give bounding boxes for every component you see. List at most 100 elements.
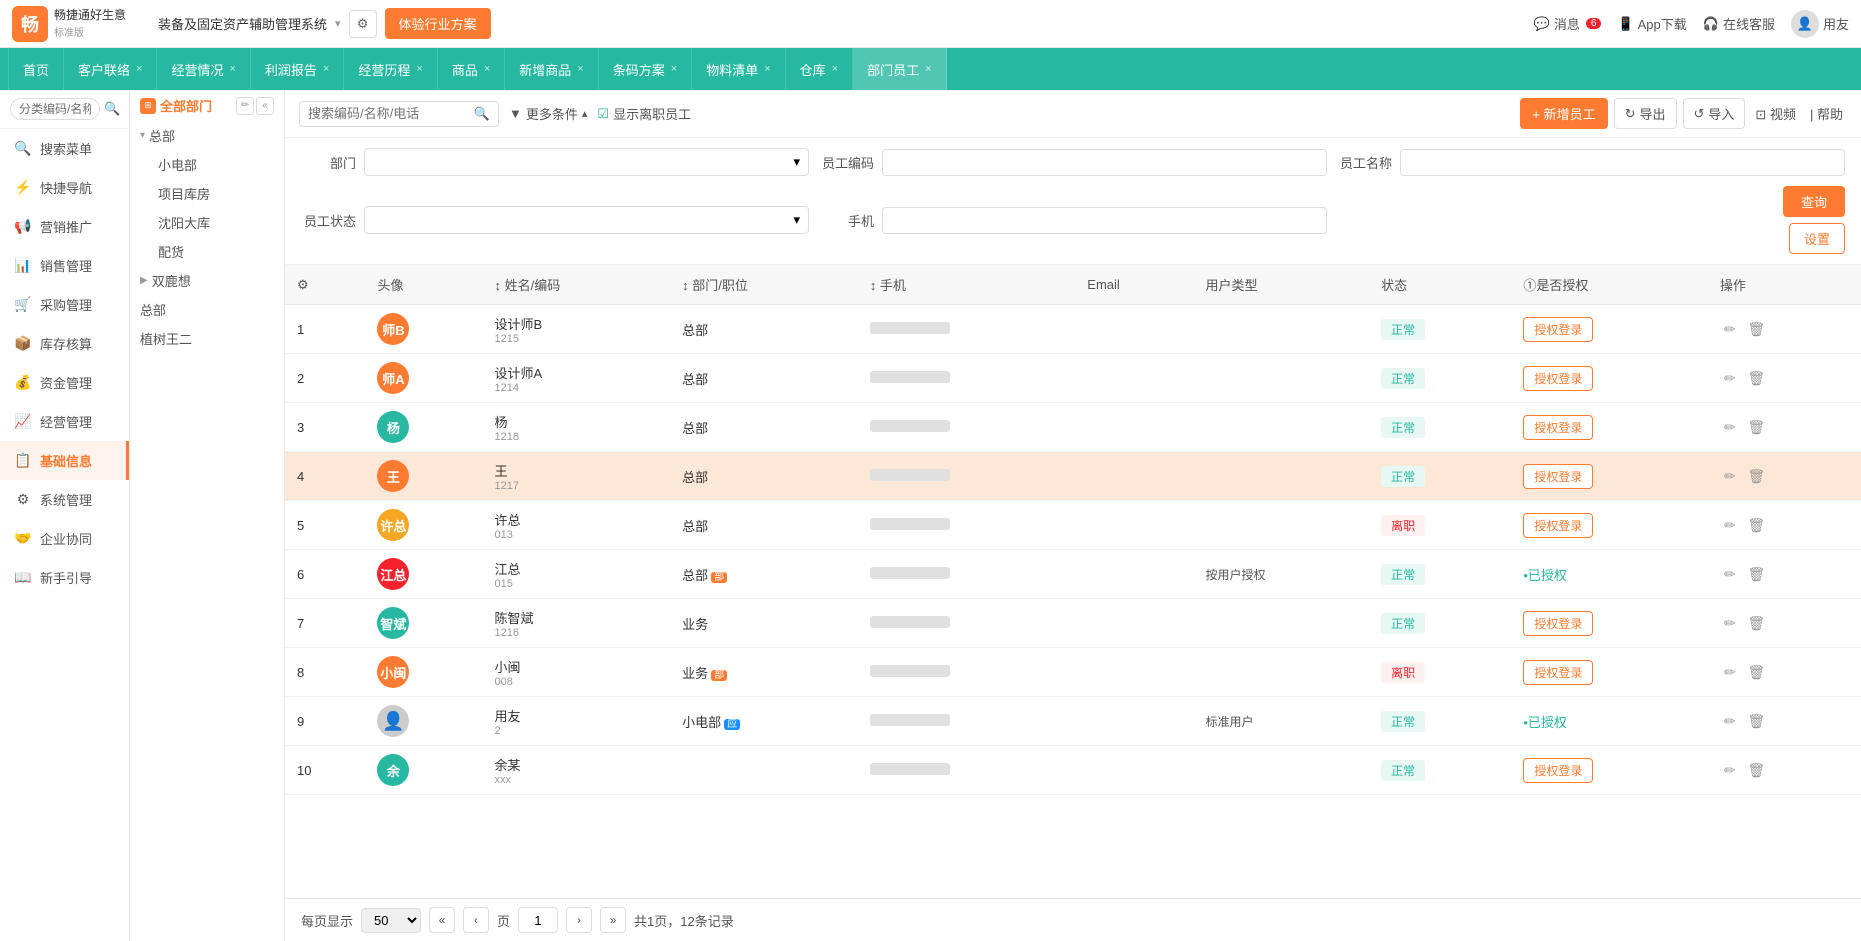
dept-collapse-btn[interactable]: « bbox=[256, 97, 274, 115]
sidebar-item-finance[interactable]: 💰 资金管理 bbox=[0, 363, 129, 402]
reset-button[interactable]: 设置 bbox=[1789, 223, 1845, 254]
sidebar-item-sales[interactable]: 📊 销售管理 bbox=[0, 246, 129, 285]
col-phone[interactable]: ↕ 手机 bbox=[858, 265, 1075, 305]
sidebar-item-search[interactable]: 🔍 搜索菜单 bbox=[0, 129, 129, 168]
auth-login-btn[interactable]: 授权登录 bbox=[1523, 513, 1593, 538]
edit-button[interactable]: ✏ bbox=[1720, 319, 1740, 340]
dept-node-xiangmu[interactable]: 项目库房 bbox=[130, 179, 284, 208]
delete-button[interactable]: 🗑 bbox=[1743, 613, 1769, 634]
dept-node-shenyang[interactable]: 沈阳大库 bbox=[130, 208, 284, 237]
delete-button[interactable]: 🗑 bbox=[1743, 417, 1769, 438]
message-button[interactable]: 💬 消息 6 bbox=[1534, 14, 1602, 33]
nav-tab-home[interactable]: 首页 bbox=[8, 48, 64, 90]
dept-node-zongbu-root[interactable]: ▾ 总部 bbox=[130, 121, 284, 150]
nav-tab-operations[interactable]: 经营情况 × bbox=[157, 48, 250, 90]
auth-login-btn[interactable]: 授权登录 bbox=[1523, 611, 1593, 636]
sidebar-item-guide[interactable]: 📖 新手引导 bbox=[0, 558, 129, 597]
settings-button[interactable]: ⚙ bbox=[349, 10, 377, 38]
row-auth[interactable]: 授权登录 bbox=[1511, 452, 1708, 501]
first-page-btn[interactable]: « bbox=[429, 907, 455, 933]
col-dept[interactable]: ↕ 部门/职位 bbox=[670, 265, 858, 305]
edit-button[interactable]: ✏ bbox=[1720, 368, 1740, 389]
auth-login-btn[interactable]: 授权登录 bbox=[1523, 366, 1593, 391]
dept-select[interactable]: ▾ bbox=[364, 148, 809, 176]
sidebar-item-marketing[interactable]: 📢 营销推广 bbox=[0, 207, 129, 246]
user-avatar[interactable]: 👤 用友 bbox=[1791, 10, 1849, 38]
sidebar-item-inventory[interactable]: 📦 库存核算 bbox=[0, 324, 129, 363]
show-resign-checkbox[interactable]: ☑ 显示离职员工 bbox=[597, 104, 691, 123]
auth-login-btn[interactable]: 授权登录 bbox=[1523, 464, 1593, 489]
status-select[interactable]: ▾ bbox=[364, 206, 809, 234]
row-auth[interactable]: 授权登录 bbox=[1511, 746, 1708, 795]
app-download-button[interactable]: 📱 App下载 bbox=[1617, 14, 1686, 33]
col-name[interactable]: ↕ 姓名/编码 bbox=[483, 265, 671, 305]
trial-button[interactable]: 体验行业方案 bbox=[385, 8, 491, 39]
sidebar-item-purchase[interactable]: 🛒 采购管理 bbox=[0, 285, 129, 324]
delete-button[interactable]: 🗑 bbox=[1743, 564, 1769, 585]
delete-button[interactable]: 🗑 bbox=[1743, 466, 1769, 487]
nav-tab-history[interactable]: 经营历程 × bbox=[344, 48, 437, 90]
page-input[interactable] bbox=[518, 907, 558, 933]
per-page-select[interactable]: 50 20 100 bbox=[361, 908, 421, 933]
nav-tab-customers[interactable]: 客户联络 × bbox=[64, 48, 157, 90]
edit-button[interactable]: ✏ bbox=[1720, 760, 1740, 781]
dept-node-shuanglusiang[interactable]: ▶ 双鹿想 bbox=[130, 266, 284, 295]
dept-node-zongbu2[interactable]: 总部 bbox=[130, 295, 284, 324]
nav-tab-new-product[interactable]: 新增商品 × bbox=[505, 48, 598, 90]
row-auth[interactable]: 授权登录 bbox=[1511, 354, 1708, 403]
sidebar-search-input[interactable] bbox=[10, 98, 100, 120]
delete-button[interactable]: 🗑 bbox=[1743, 319, 1769, 340]
dept-all-header[interactable]: ⊞ 全部部门 ✏ « bbox=[130, 90, 284, 121]
nav-tab-barcode[interactable]: 条码方案 × bbox=[599, 48, 692, 90]
auth-login-btn[interactable]: 授权登录 bbox=[1523, 660, 1593, 685]
nav-tab-products[interactable]: 商品 × bbox=[438, 48, 505, 90]
nav-tab-bom[interactable]: 物料清单 × bbox=[692, 48, 785, 90]
sidebar-item-system[interactable]: ⚙ 系统管理 bbox=[0, 480, 129, 519]
delete-button[interactable]: 🗑 bbox=[1743, 711, 1769, 732]
online-service-button[interactable]: 🎧 在线客服 bbox=[1703, 14, 1775, 33]
import-button[interactable]: ↺ 导入 bbox=[1683, 98, 1746, 129]
view-button[interactable]: ⊡ 视频 bbox=[1751, 100, 1800, 127]
export-button[interactable]: ↻ 导出 bbox=[1614, 98, 1677, 129]
auth-login-btn[interactable]: 授权登录 bbox=[1523, 317, 1593, 342]
help-button[interactable]: | 帮助 bbox=[1806, 100, 1847, 127]
sidebar-item-basic-info[interactable]: 📋 基础信息 bbox=[0, 441, 129, 480]
delete-button[interactable]: 🗑 bbox=[1743, 760, 1769, 781]
row-auth[interactable]: 授权登录 bbox=[1511, 501, 1708, 550]
dept-node-peihuo[interactable]: 配货 bbox=[130, 237, 284, 266]
sidebar-item-management[interactable]: 📈 经营管理 bbox=[0, 402, 129, 441]
next-page-btn[interactable]: › bbox=[566, 907, 592, 933]
sys-dropdown-arrow[interactable]: ▾ bbox=[335, 17, 341, 30]
phone-input[interactable] bbox=[882, 207, 1327, 234]
sidebar-search-icon[interactable]: 🔍 bbox=[104, 101, 120, 117]
delete-button[interactable]: 🗑 bbox=[1743, 515, 1769, 536]
row-auth[interactable]: 授权登录 bbox=[1511, 305, 1708, 354]
edit-button[interactable]: ✏ bbox=[1720, 417, 1740, 438]
row-auth[interactable]: 授权登录 bbox=[1511, 648, 1708, 697]
dept-node-zhishu[interactable]: 植树王二 bbox=[130, 324, 284, 353]
more-filter-btn[interactable]: ▼ 更多条件 ▴ bbox=[509, 104, 587, 123]
auth-login-btn[interactable]: 授权登录 bbox=[1523, 758, 1593, 783]
nav-tab-profit[interactable]: 利润报告 × bbox=[251, 48, 344, 90]
delete-button[interactable]: 🗑 bbox=[1743, 368, 1769, 389]
edit-button[interactable]: ✏ bbox=[1720, 711, 1740, 732]
col-settings[interactable]: ⚙ bbox=[285, 265, 365, 305]
emp-name-input[interactable] bbox=[1400, 149, 1845, 176]
edit-button[interactable]: ✏ bbox=[1720, 662, 1740, 683]
search-input[interactable] bbox=[308, 106, 470, 121]
nav-tab-warehouse[interactable]: 仓库 × bbox=[786, 48, 853, 90]
emp-code-input[interactable] bbox=[882, 149, 1327, 176]
edit-button[interactable]: ✏ bbox=[1720, 613, 1740, 634]
prev-page-btn[interactable]: ‹ bbox=[463, 907, 489, 933]
dept-node-xiaodibu[interactable]: 小电部 bbox=[130, 150, 284, 179]
add-employee-button[interactable]: + 新增员工 bbox=[1520, 98, 1607, 129]
edit-button[interactable]: ✏ bbox=[1720, 466, 1740, 487]
auth-login-btn[interactable]: 授权登录 bbox=[1523, 415, 1593, 440]
last-page-btn[interactable]: » bbox=[600, 907, 626, 933]
edit-button[interactable]: ✏ bbox=[1720, 515, 1740, 536]
nav-tab-employees[interactable]: 部门员工 × bbox=[853, 48, 946, 90]
row-auth[interactable]: 授权登录 bbox=[1511, 599, 1708, 648]
dept-edit-btn[interactable]: ✏ bbox=[236, 97, 254, 115]
sidebar-item-quicknav[interactable]: ⚡ 快捷导航 bbox=[0, 168, 129, 207]
delete-button[interactable]: 🗑 bbox=[1743, 662, 1769, 683]
